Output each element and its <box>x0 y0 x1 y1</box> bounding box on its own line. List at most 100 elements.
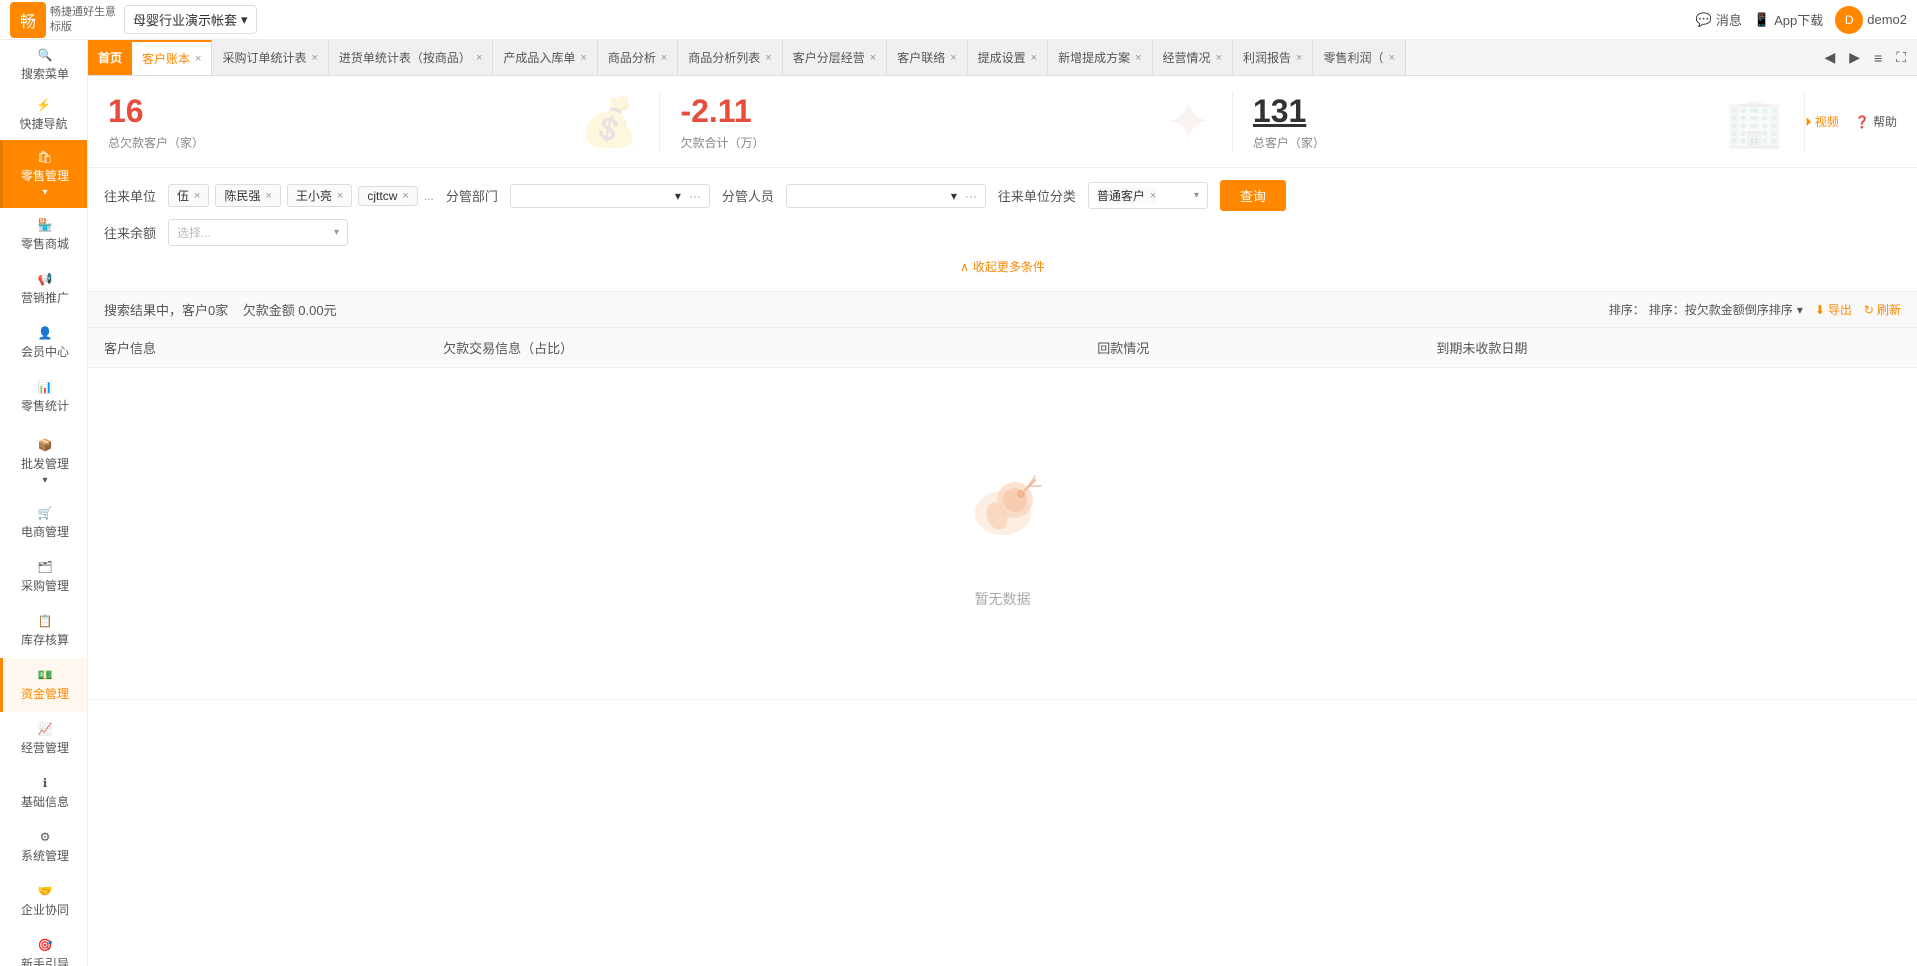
sidebar-item-new-guide[interactable]: 🎯 新手引导 <box>0 928 87 966</box>
filter-balance-select[interactable]: 选择... ▾ <box>168 219 348 246</box>
filter-person-more: ··· <box>965 189 977 203</box>
table-empty-cell: 暂无数据 <box>88 368 1917 700</box>
content-area: 首页 客户账本 × 采购订单统计表 × 进货单统计表（按商品） × 产成品入库单… <box>88 40 1917 966</box>
tab-close-purchase-order[interactable]: × <box>311 52 317 64</box>
refresh-button[interactable]: ↻ 刷新 <box>1864 301 1901 318</box>
tab-menu-button[interactable]: ≡ <box>1869 48 1887 68</box>
sidebar-item-system[interactable]: ⚙ 系统管理 <box>0 820 87 874</box>
filter-area: 往来单位 伍 × 陈民强 × 王小亮 <box>88 168 1917 292</box>
table-header-row: 客户信息 欠款交易信息（占比） 回款情况 到期未收款日期 <box>88 328 1917 368</box>
sidebar-item-operation[interactable]: 📈 经营管理 <box>0 712 87 766</box>
tab-close-new-propose[interactable]: × <box>1135 52 1141 64</box>
tab-maximize-button[interactable]: ⛶ <box>1891 47 1911 68</box>
help-button[interactable]: ❓ 帮助 <box>1855 113 1897 130</box>
stat-value-3: 131 <box>1253 92 1306 130</box>
filter-tag-wang-remove[interactable]: × <box>337 190 343 202</box>
store-icon: 🏪 <box>38 218 53 232</box>
tab-close-retail-profit[interactable]: × <box>1388 52 1394 64</box>
video-help-button[interactable]: ⏵ 视频 <box>1805 113 1838 130</box>
tab-bar: 首页 客户账本 × 采购订单统计表 × 进货单统计表（按商品） × 产成品入库单… <box>88 40 1917 76</box>
filter-more-tags[interactable]: ... <box>424 189 434 203</box>
sidebar-item-search[interactable]: 🔍 搜索菜单 <box>0 40 87 90</box>
purchase-icon: 🗂 <box>37 560 52 574</box>
tab-product-analysis[interactable]: 商品分析 × <box>598 40 678 76</box>
filter-tag-wu-remove[interactable]: × <box>194 190 200 202</box>
tab-purchase-order[interactable]: 采购订单统计表 × <box>212 40 328 76</box>
filter-tag-chen-text: 陈民强 <box>224 187 260 204</box>
query-button[interactable]: 查询 <box>1220 180 1286 211</box>
app-download-button[interactable]: 📱 App下载 <box>1754 10 1823 29</box>
tab-close-customer-accounts[interactable]: × <box>195 53 201 65</box>
sidebar-item-marketing[interactable]: 📢 营销推广 <box>0 262 87 316</box>
tab-profit-report[interactable]: 利润报告 × <box>1233 40 1313 76</box>
sidebar-item-finance[interactable]: 💵 资金管理 <box>0 658 87 712</box>
logo-text: 畅捷通好生意 标版 <box>50 5 116 34</box>
tab-close-production-instock[interactable]: × <box>580 52 586 64</box>
user-menu[interactable]: D demo2 <box>1835 6 1907 34</box>
inventory-icon: 📋 <box>38 614 53 628</box>
filter-tag-common-customer-remove[interactable]: × <box>1150 190 1156 202</box>
sidebar-item-retail-stats[interactable]: 📊 零售统计 <box>0 370 87 424</box>
chevron-down-dept-icon: ▾ <box>675 189 681 203</box>
sidebar-item-basic-info[interactable]: ℹ 基础信息 <box>0 766 87 820</box>
sidebar-item-retail-mgmt[interactable]: 🛍 零售管理 ▾ <box>0 140 87 208</box>
filter-collapse-button[interactable]: ∧ 收起更多条件 <box>960 254 1045 279</box>
sidebar-item-wholesale-mgmt[interactable]: 📦 批发管理 ▾ <box>0 428 87 496</box>
table-header-due-date: 到期未收款日期 <box>1420 328 1917 368</box>
tab-new-propose[interactable]: 新增提成方案 × <box>1048 40 1152 76</box>
tab-retail-profit[interactable]: 零售利润（ × <box>1313 40 1405 76</box>
filter-tag-cjttcw-remove[interactable]: × <box>402 190 408 202</box>
tab-customer-contact[interactable]: 客户联络 × <box>887 40 967 76</box>
tab-production-instock[interactable]: 产成品入库单 × <box>493 40 597 76</box>
tab-home[interactable]: 首页 <box>88 40 132 76</box>
sidebar-item-quick-nav[interactable]: ⚡ 快捷导航 <box>0 90 87 140</box>
tab-close-profit-report[interactable]: × <box>1296 52 1302 64</box>
empty-state-text: 暂无数据 <box>975 589 1031 609</box>
filter-dept-select[interactable]: ▾ ··· <box>510 184 710 208</box>
app-container: 畅 畅捷通好生意 标版 母婴行业演示帐套 ▾ 💬 消息 📱 App下载 D <box>0 0 1917 966</box>
sidebar-item-ecommerce[interactable]: 🛒 电商管理 <box>0 496 87 550</box>
sidebar-item-retail-store[interactable]: 🏪 零售商城 <box>0 208 87 262</box>
tab-close-propose-settings[interactable]: × <box>1031 52 1037 64</box>
export-button[interactable]: ⬇ 导出 <box>1815 301 1852 318</box>
tab-controls: ◀ ▶ ≡ ⛶ <box>1813 47 1917 68</box>
tab-close-instock-stats[interactable]: × <box>476 52 482 64</box>
guide-icon: 🎯 <box>38 938 53 952</box>
collab-icon: 🤝 <box>38 884 53 898</box>
sidebar-item-purchase[interactable]: 🗂 采购管理 <box>0 550 87 604</box>
data-table: 客户信息 欠款交易信息（占比） 回款情况 到期未收款日期 <box>88 328 1917 700</box>
table-header-customer-info: 客户信息 <box>88 328 427 368</box>
account-dropdown[interactable]: 母婴行业演示帐套 ▾ <box>124 5 257 34</box>
message-icon: 💬 <box>1696 12 1712 28</box>
sidebar-item-member[interactable]: 👤 会员中心 <box>0 316 87 370</box>
tab-customer-segmentation[interactable]: 客户分层经营 × <box>783 40 887 76</box>
member-icon: 👤 <box>38 326 53 340</box>
chevron-up-icon: ∧ <box>960 260 969 274</box>
tab-close-product-analysis-list[interactable]: × <box>765 52 771 64</box>
sort-select[interactable]: 排序： 排序：按欠款金额倒序排序 ▾ <box>1609 301 1803 318</box>
tab-instock-stats[interactable]: 进货单统计表（按商品） × <box>329 40 493 76</box>
tab-close-customer-contact[interactable]: × <box>950 52 956 64</box>
tab-close-product-analysis[interactable]: × <box>661 52 667 64</box>
sidebar-item-inventory[interactable]: 📋 库存核算 <box>0 604 87 658</box>
tab-customer-accounts[interactable]: 客户账本 × <box>132 40 212 76</box>
page-content: 💰 16 总欠款客户（家） ✦ -2.11 欠款合计（万） 🏢 131 总客户（… <box>88 76 1917 966</box>
tab-operation-status[interactable]: 经营情况 × <box>1153 40 1233 76</box>
message-button[interactable]: 💬 消息 <box>1696 10 1742 29</box>
stat-icon-1: 💰 <box>580 93 640 150</box>
filter-person-select[interactable]: ▾ ··· <box>786 184 986 208</box>
filter-unit-type-select[interactable]: 普通客户 × ▾ <box>1088 182 1208 209</box>
sidebar-item-enterprise-collab[interactable]: 🤝 企业协同 <box>0 874 87 928</box>
tab-close-customer-segmentation[interactable]: × <box>870 52 876 64</box>
tab-close-operation-status[interactable]: × <box>1216 52 1222 64</box>
filter-tag-chen-remove[interactable]: × <box>265 190 271 202</box>
stat-label-1: 总欠款客户（家） <box>108 134 204 151</box>
stat-icon-3: 🏢 <box>1725 93 1785 150</box>
tab-next-button[interactable]: ▶ <box>1844 47 1865 68</box>
result-info: 搜索结果中，客户0家 欠款金额 0.00元 <box>104 300 337 319</box>
tab-prev-button[interactable]: ◀ <box>1819 47 1840 68</box>
sort-label: 排序： <box>1609 301 1645 318</box>
filter-person-label: 分管人员 <box>722 186 774 205</box>
tab-propose-settings[interactable]: 提成设置 × <box>968 40 1048 76</box>
tab-product-analysis-list[interactable]: 商品分析列表 × <box>678 40 782 76</box>
